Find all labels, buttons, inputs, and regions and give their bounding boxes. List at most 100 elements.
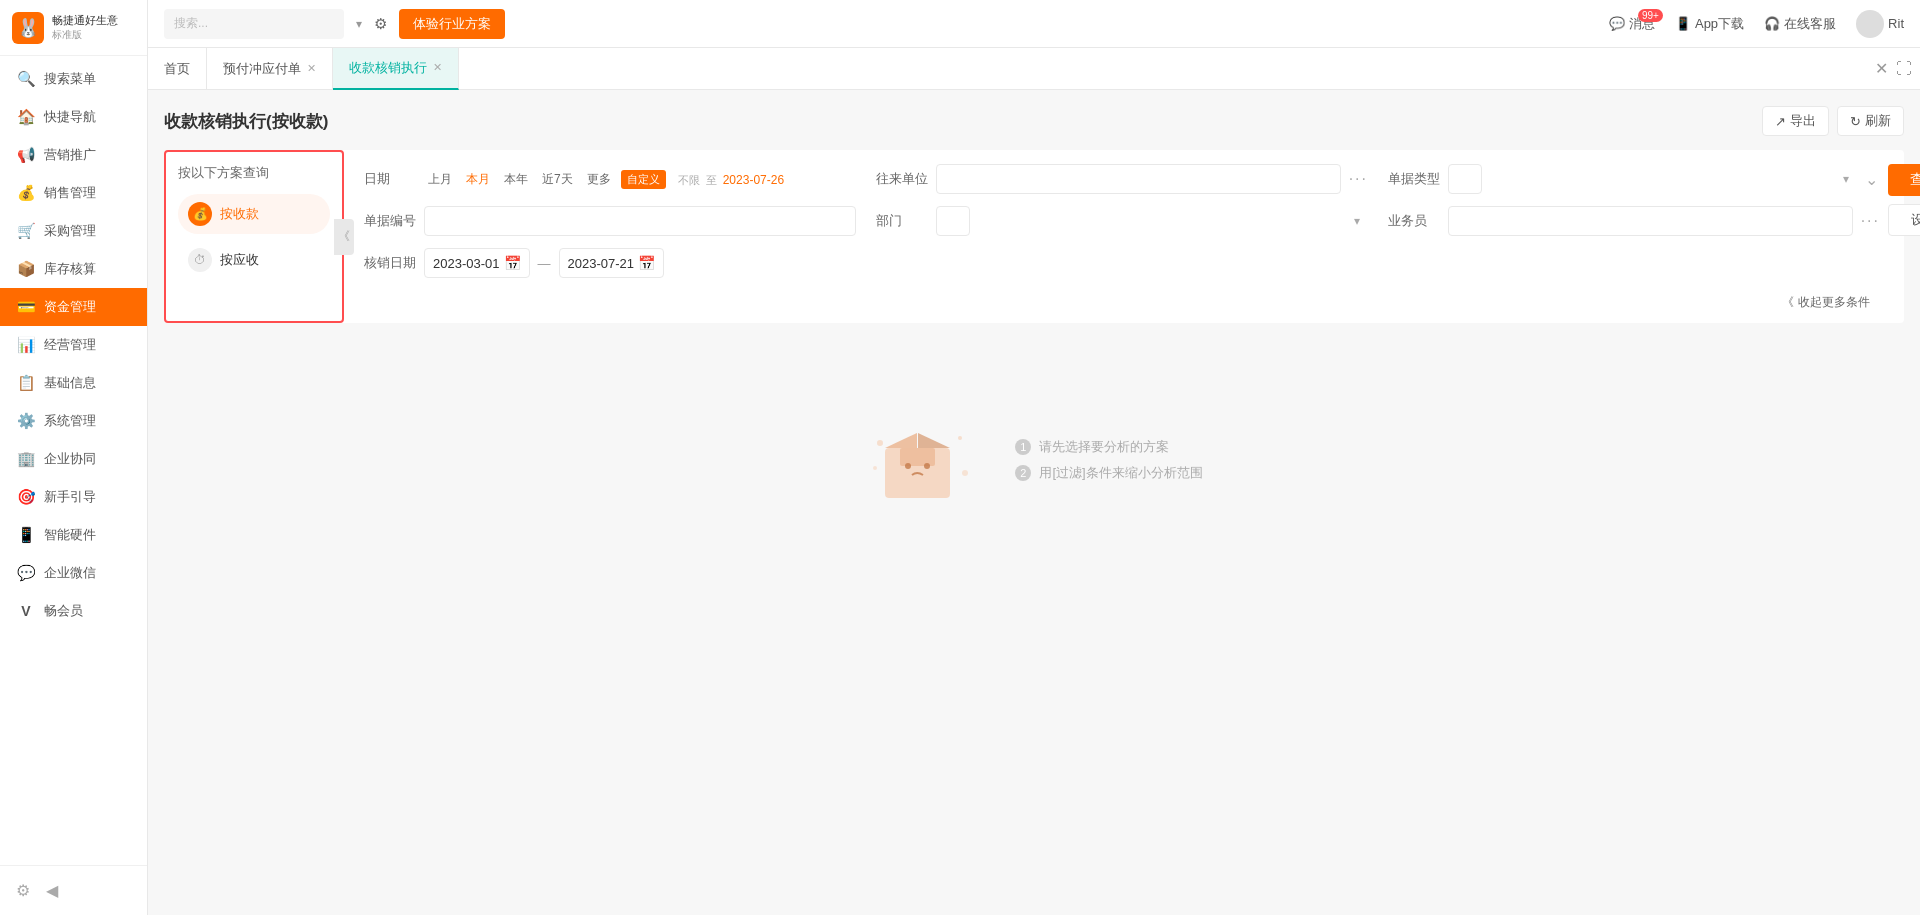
filter-right-panel: 日期 上月 本月 本年 近7天 更多 自定义 不限 至 2023-07-26	[344, 150, 1904, 323]
export-icon: ↗	[1775, 114, 1786, 129]
hint-text-1: 请先选择要分析的方案	[1039, 438, 1169, 456]
app-download-label: App下载	[1695, 15, 1744, 33]
dept-select[interactable]	[936, 206, 970, 236]
megaphone-icon: 📢	[16, 146, 36, 164]
sidebar-item-management[interactable]: 📊 经营管理	[0, 326, 147, 364]
salesperson-input[interactable]	[1448, 206, 1853, 236]
settings-bottom-icon[interactable]: ⚙	[16, 881, 30, 900]
logo-icon: 🐰	[12, 12, 44, 44]
sidebar-item-label: 资金管理	[44, 298, 96, 316]
date-last-month-btn[interactable]: 上月	[424, 169, 456, 190]
verification-date-start-input[interactable]: 2023-03-01 📅	[424, 248, 530, 278]
counterparty-dots-icon[interactable]: ···	[1349, 170, 1368, 188]
svg-point-4	[905, 463, 911, 469]
doctype-dots-icon[interactable]: ⌄	[1865, 170, 1880, 189]
target-icon: 🎯	[16, 488, 36, 506]
doctype-select[interactable]	[1448, 164, 1482, 194]
refresh-icon: ↻	[1850, 114, 1861, 129]
user-name: Rit	[1888, 16, 1904, 31]
sidebar-item-marketing[interactable]: 📢 营销推广	[0, 136, 147, 174]
date-custom-badge[interactable]: 自定义	[621, 170, 666, 189]
verification-date-end-input[interactable]: 2023-07-21 📅	[559, 248, 665, 278]
cart-icon: 🛒	[16, 222, 36, 240]
tab-home[interactable]: 首页	[148, 48, 207, 90]
online-service-button[interactable]: 🎧 在线客服	[1764, 15, 1836, 33]
setting-button[interactable]: 设置	[1888, 204, 1920, 236]
gear-icon: ⚙️	[16, 412, 36, 430]
sidebar-item-purchase[interactable]: 🛒 采购管理	[0, 212, 147, 250]
date-this-year-btn[interactable]: 本年	[500, 169, 532, 190]
topbar: 搜索... ▾ ⚙ 体验行业方案 💬 消息 99+ 📱 App下载 🎧 在线客服…	[148, 0, 1920, 48]
collapse-row: 《 收起更多条件	[364, 290, 1880, 315]
docno-filter-cell: 单据编号	[364, 206, 856, 236]
sidebar-item-sales[interactable]: 💰 销售管理	[0, 174, 147, 212]
card-icon: 💳	[16, 298, 36, 316]
svg-point-7	[958, 436, 962, 440]
tab-receipt-label: 收款核销执行	[349, 59, 427, 77]
user-info[interactable]: Rit	[1856, 10, 1904, 38]
tab-expand-icon[interactable]: ⛶	[1896, 60, 1912, 78]
sidebar-item-label: 搜索菜单	[44, 70, 96, 88]
query-button[interactable]: 查询	[1888, 164, 1920, 196]
tab-prepay[interactable]: 预付冲应付单 ✕	[207, 48, 333, 90]
tab-receipt-close-icon[interactable]: ✕	[433, 61, 442, 74]
sidebar-item-hardware[interactable]: 📱 智能硬件	[0, 516, 147, 554]
filter-panel-collapse-btn[interactable]: 《	[334, 219, 354, 255]
filter-by-receivable-label: 按应收	[220, 251, 259, 269]
refresh-button[interactable]: ↻ 刷新	[1837, 106, 1904, 136]
date-no-limit-label: 不限	[678, 173, 700, 188]
svg-point-9	[962, 470, 968, 476]
docno-input[interactable]	[424, 206, 856, 236]
money-icon: 💰	[16, 184, 36, 202]
tab-prepay-close-icon[interactable]: ✕	[307, 62, 316, 75]
date-filter-cell: 日期 上月 本月 本年 近7天 更多 自定义 不限 至 2023-07-26	[364, 169, 856, 190]
date-this-month-btn[interactable]: 本月	[462, 169, 494, 190]
sidebar-item-enterprise[interactable]: 🏢 企业协同	[0, 440, 147, 478]
counterparty-input[interactable]	[936, 164, 1341, 194]
sidebar-item-guide[interactable]: 🎯 新手引导	[0, 478, 147, 516]
salesperson-label: 业务员	[1388, 212, 1440, 230]
export-button[interactable]: ↗ 导出	[1762, 106, 1829, 136]
sidebar-item-vip[interactable]: V 畅会员	[0, 592, 147, 630]
page-title: 收款核销执行(按收款)	[164, 110, 328, 133]
tab-close-all-icon[interactable]: ✕	[1875, 59, 1888, 78]
sidebar-item-label: 企业微信	[44, 564, 96, 582]
app-download-button[interactable]: 📱 App下载	[1675, 15, 1744, 33]
sidebar-item-label: 基础信息	[44, 374, 96, 392]
topbar-chevron-icon[interactable]: ▾	[356, 17, 362, 31]
device-icon: 📱	[16, 526, 36, 544]
home-icon: 🏠	[16, 108, 36, 126]
sidebar-item-wechat[interactable]: 💬 企业微信	[0, 554, 147, 592]
topbar-gear-icon[interactable]: ⚙	[374, 15, 387, 33]
topbar-search-box[interactable]: 搜索...	[164, 9, 344, 39]
calendar-end-icon: 📅	[638, 255, 655, 271]
sidebar-item-basic-info[interactable]: 📋 基础信息	[0, 364, 147, 402]
box-icon: 📦	[16, 260, 36, 278]
date-label: 日期	[364, 170, 416, 188]
filter-by-receipt-option[interactable]: 💰 按收款	[178, 194, 330, 234]
sidebar-item-inventory[interactable]: 📦 库存核算	[0, 250, 147, 288]
empty-content: 1 请先选择要分析的方案 2 用[过滤]条件来缩小分析范围	[865, 403, 1202, 516]
mobile-icon: 📱	[1675, 16, 1691, 31]
date-more-btn[interactable]: 更多	[583, 169, 615, 190]
collapse-label: 收起更多条件	[1798, 294, 1870, 311]
sidebar-item-system[interactable]: ⚙️ 系统管理	[0, 402, 147, 440]
sidebar-item-label: 智能硬件	[44, 526, 96, 544]
doctype-label: 单据类型	[1388, 170, 1440, 188]
search-placeholder: 搜索...	[174, 15, 208, 32]
tab-receipt[interactable]: 收款核销执行 ✕	[333, 48, 459, 90]
date-7days-btn[interactable]: 近7天	[538, 169, 577, 190]
sidebar-nav: 🔍 搜索菜单 🏠 快捷导航 📢 营销推广 💰 销售管理 🛒 采购管理 📦 库存核…	[0, 56, 147, 865]
collapse-sidebar-icon[interactable]: ◀	[46, 881, 58, 900]
doctype-filter-cell: 单据类型 ⌄ 查询 设置	[1388, 164, 1880, 194]
solution-button[interactable]: 体验行业方案	[399, 9, 505, 39]
sidebar-item-finance[interactable]: 💳 资金管理	[0, 288, 147, 326]
sidebar-item-quick-nav[interactable]: 🏠 快捷导航	[0, 98, 147, 136]
sidebar-item-search[interactable]: 🔍 搜索菜单	[0, 60, 147, 98]
filter-by-receivable-option[interactable]: ⏱ 按应收	[178, 240, 330, 280]
svg-rect-3	[900, 448, 935, 466]
message-button[interactable]: 💬 消息 99+	[1609, 15, 1655, 33]
salesperson-dots-icon[interactable]: ···	[1861, 212, 1880, 230]
collapse-more-conditions-btn[interactable]: 《 收起更多条件	[1772, 290, 1880, 315]
empty-illustration	[865, 403, 975, 516]
